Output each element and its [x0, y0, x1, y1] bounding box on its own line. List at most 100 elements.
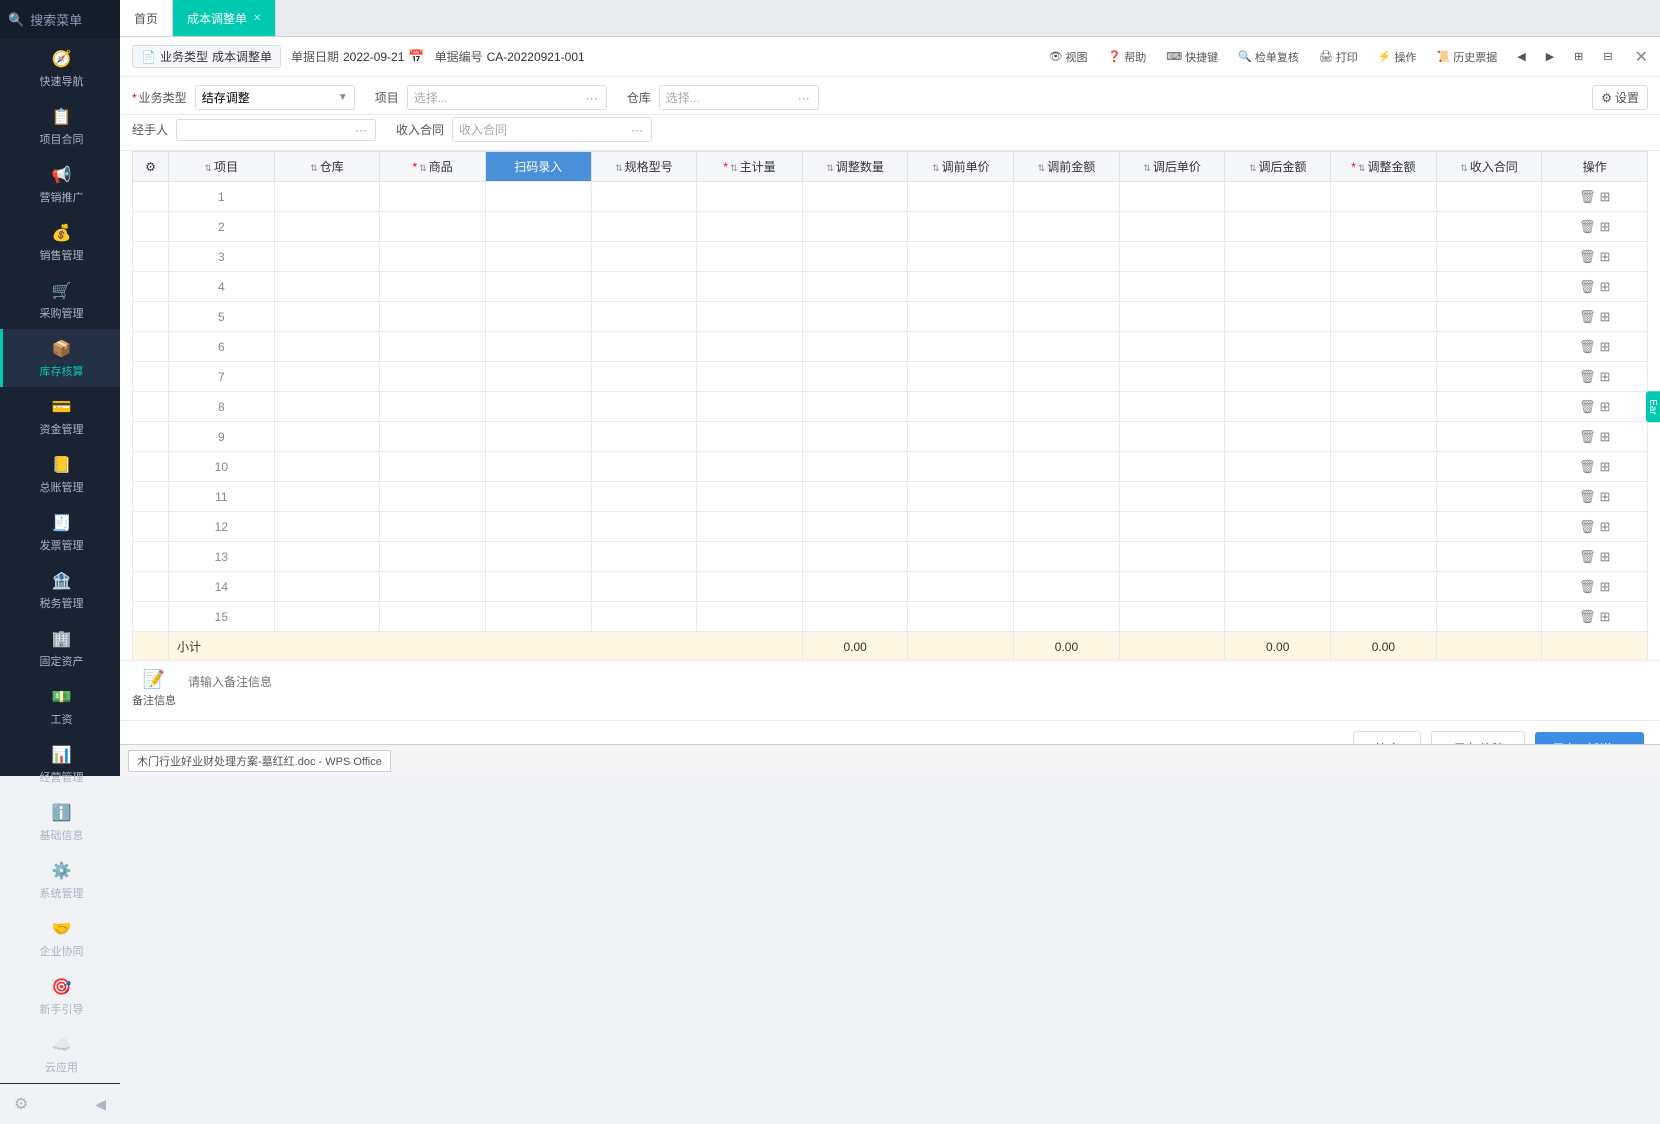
row-prev-amount-11[interactable]	[1014, 482, 1120, 512]
sidebar-item-new-guide[interactable]: 🎯新手引导	[0, 967, 120, 1025]
row-prev-price-9[interactable]	[908, 422, 1014, 452]
row-after-amount-7[interactable]	[1225, 362, 1331, 392]
delete-row-btn-9[interactable]: 🗑	[1579, 429, 1596, 445]
delete-row-btn-1[interactable]: 🗑	[1579, 189, 1596, 205]
row-after-price-15[interactable]	[1119, 602, 1225, 632]
settings-icon[interactable]: ⚙	[14, 1094, 28, 1114]
row-unit-3[interactable]	[697, 242, 803, 272]
row-product-12[interactable]	[485, 512, 591, 542]
row-prev-price-5[interactable]	[908, 302, 1014, 332]
row-adj-qty-2[interactable]	[802, 212, 908, 242]
copy-row-btn-13[interactable]: ⊞	[1599, 549, 1610, 565]
row-after-price-7[interactable]	[1119, 362, 1225, 392]
row-after-price-9[interactable]	[1119, 422, 1225, 452]
row-adj-qty-8[interactable]	[802, 392, 908, 422]
row-warehouse-14[interactable]	[380, 572, 486, 602]
col-scan[interactable]: 扫码录入	[485, 152, 591, 182]
income-contract-select[interactable]: 收入合同 ···	[452, 117, 652, 142]
row-adj-amount-11[interactable]	[1331, 482, 1437, 512]
row-warehouse-6[interactable]	[380, 332, 486, 362]
row-product-6[interactable]	[485, 332, 591, 362]
row-warehouse-3[interactable]	[380, 242, 486, 272]
row-after-amount-9[interactable]	[1225, 422, 1331, 452]
delete-row-btn-7[interactable]: 🗑	[1579, 369, 1596, 385]
row-project-10[interactable]	[274, 452, 380, 482]
row-unit-2[interactable]	[697, 212, 803, 242]
row-adj-amount-8[interactable]	[1331, 392, 1437, 422]
row-after-price-6[interactable]	[1119, 332, 1225, 362]
row-warehouse-7[interactable]	[380, 362, 486, 392]
row-warehouse-5[interactable]	[380, 302, 486, 332]
row-income-contract-13[interactable]	[1436, 542, 1542, 572]
sidebar-item-enterprise[interactable]: 🤝企业协同	[0, 909, 120, 967]
copy-row-btn-10[interactable]: ⊞	[1599, 459, 1610, 475]
row-prev-price-11[interactable]	[908, 482, 1014, 512]
row-after-amount-10[interactable]	[1225, 452, 1331, 482]
row-after-amount-6[interactable]	[1225, 332, 1331, 362]
row-unit-11[interactable]	[697, 482, 803, 512]
row-adj-amount-6[interactable]	[1331, 332, 1437, 362]
row-spec-4[interactable]	[591, 272, 697, 302]
row-warehouse-11[interactable]	[380, 482, 486, 512]
row-unit-9[interactable]	[697, 422, 803, 452]
row-unit-6[interactable]	[697, 332, 803, 362]
delete-row-btn-5[interactable]: 🗑	[1579, 309, 1596, 325]
delete-row-btn-2[interactable]: 🗑	[1579, 219, 1596, 235]
row-spec-9[interactable]	[591, 422, 697, 452]
row-prev-amount-10[interactable]	[1014, 452, 1120, 482]
row-spec-14[interactable]	[591, 572, 697, 602]
row-after-price-10[interactable]	[1119, 452, 1225, 482]
row-spec-10[interactable]	[591, 452, 697, 482]
row-prev-amount-3[interactable]	[1014, 242, 1120, 272]
row-adj-amount-7[interactable]	[1331, 362, 1437, 392]
copy-row-btn-15[interactable]: ⊞	[1599, 609, 1610, 625]
row-adj-amount-1[interactable]	[1331, 182, 1437, 212]
row-spec-11[interactable]	[591, 482, 697, 512]
row-project-12[interactable]	[274, 512, 380, 542]
row-product-8[interactable]	[485, 392, 591, 422]
row-prev-price-1[interactable]	[908, 182, 1014, 212]
row-spec-1[interactable]	[591, 182, 697, 212]
row-adj-amount-15[interactable]	[1331, 602, 1437, 632]
row-income-contract-5[interactable]	[1436, 302, 1542, 332]
row-unit-7[interactable]	[697, 362, 803, 392]
row-project-6[interactable]	[274, 332, 380, 362]
delete-row-btn-14[interactable]: 🗑	[1579, 579, 1596, 595]
operation-btn[interactable]: ⚡操作	[1372, 47, 1423, 67]
copy-row-btn-4[interactable]: ⊞	[1599, 279, 1610, 295]
copy-row-btn-7[interactable]: ⊞	[1599, 369, 1610, 385]
warehouse-select[interactable]: 选择... ···	[659, 85, 819, 110]
row-after-amount-5[interactable]	[1225, 302, 1331, 332]
row-project-11[interactable]	[274, 482, 380, 512]
row-spec-6[interactable]	[591, 332, 697, 362]
row-income-contract-4[interactable]	[1436, 272, 1542, 302]
sidebar-item-tax[interactable]: 🏦税务管理	[0, 561, 120, 619]
row-prev-amount-1[interactable]	[1014, 182, 1120, 212]
sidebar-item-marketing[interactable]: 📢营销推广	[0, 155, 120, 213]
row-income-contract-8[interactable]	[1436, 392, 1542, 422]
row-unit-15[interactable]	[697, 602, 803, 632]
sidebar-search[interactable]: 🔍 搜索菜单	[0, 0, 120, 39]
row-income-contract-3[interactable]	[1436, 242, 1542, 272]
row-prev-price-2[interactable]	[908, 212, 1014, 242]
row-spec-2[interactable]	[591, 212, 697, 242]
delete-row-btn-10[interactable]: 🗑	[1579, 459, 1596, 475]
row-product-2[interactable]	[485, 212, 591, 242]
row-unit-12[interactable]	[697, 512, 803, 542]
row-warehouse-8[interactable]	[380, 392, 486, 422]
delete-row-btn-3[interactable]: 🗑	[1579, 249, 1596, 265]
row-income-contract-10[interactable]	[1436, 452, 1542, 482]
row-prev-price-4[interactable]	[908, 272, 1014, 302]
income-contract-dots-icon[interactable]: ···	[629, 123, 645, 137]
row-product-1[interactable]	[485, 182, 591, 212]
sidebar-item-purchase[interactable]: 🛒采购管理	[0, 271, 120, 329]
row-prev-amount-14[interactable]	[1014, 572, 1120, 602]
row-after-price-12[interactable]	[1119, 512, 1225, 542]
row-after-price-4[interactable]	[1119, 272, 1225, 302]
row-adj-qty-14[interactable]	[802, 572, 908, 602]
row-after-price-5[interactable]	[1119, 302, 1225, 332]
row-warehouse-10[interactable]	[380, 452, 486, 482]
delete-row-btn-13[interactable]: 🗑	[1579, 549, 1596, 565]
row-after-amount-4[interactable]	[1225, 272, 1331, 302]
project-select[interactable]: 选择... ···	[407, 85, 607, 110]
